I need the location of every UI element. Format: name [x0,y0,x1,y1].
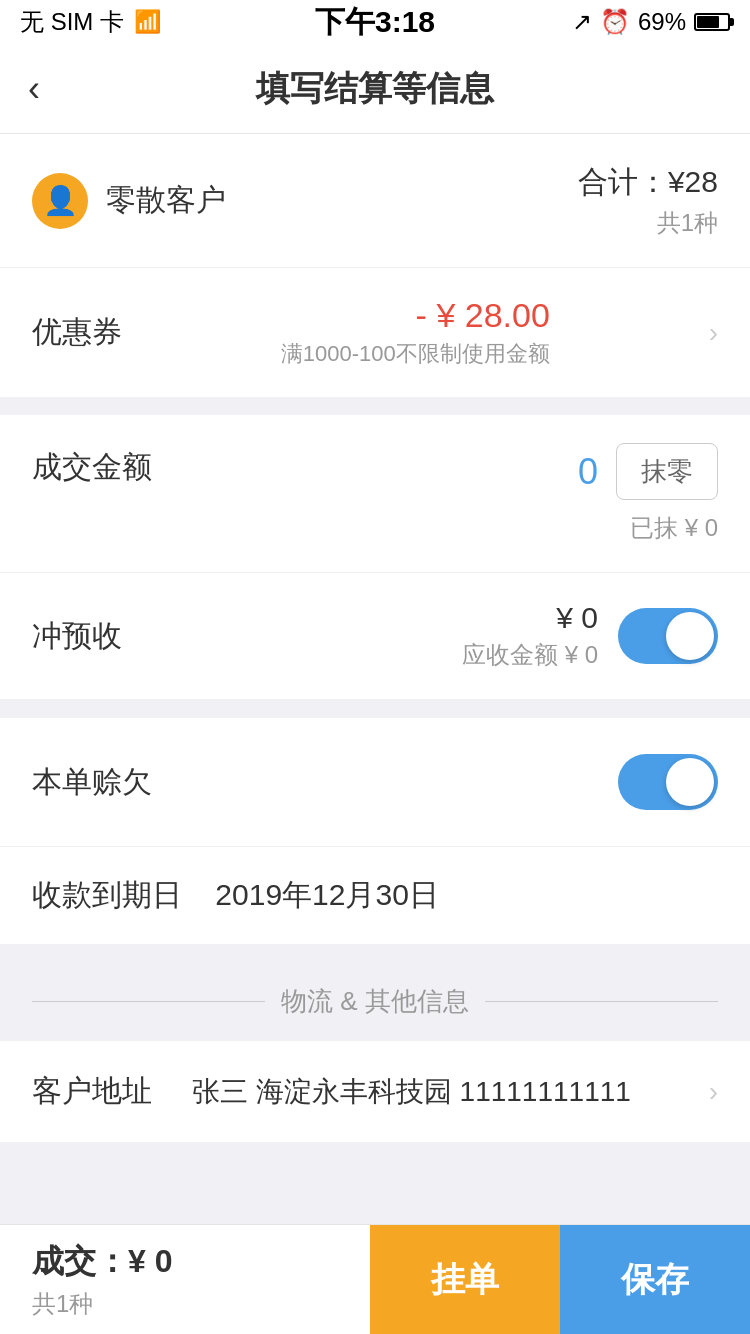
customer-row: 👤 零散客户 合计：¥28 共1种 [0,134,750,267]
flush-advance-label: 冲预收 [32,616,192,657]
deal-amount-label: 成交金额 [32,443,192,488]
debt-section: 本单赊欠 收款到期日 2019年12月30日 [0,718,750,944]
address-label: 客户地址 [32,1071,192,1112]
debt-row: 本单赊欠 [0,718,750,846]
bottom-summary: 成交：¥ 0 共1种 [0,1240,370,1320]
address-chevron-icon: › [709,1076,718,1108]
customer-right: 合计：¥28 共1种 [578,162,718,239]
page-title: 填写结算等信息 [256,66,494,112]
status-left: 无 SIM 卡 📶 [20,6,161,38]
deal-amount-input[interactable] [498,451,598,493]
deal-amount-input-row: 抹零 [498,443,718,500]
flush-amount: ¥ 0 [462,601,598,635]
due-date-prefix: 收款到期日 [32,878,182,911]
debt-label: 本单赊欠 [32,762,152,803]
flush-advance-toggle[interactable] [618,608,718,664]
bottom-deal-label: 成交： [32,1243,128,1279]
round-off-button[interactable]: 抹零 [616,443,718,500]
coupon-row[interactable]: 优惠券 - ¥ 28.00 满1000-100不限制使用金额 › [0,267,750,397]
logistics-divider: 物流 & 其他信息 [32,984,718,1019]
coupon-right: - ¥ 28.00 满1000-100不限制使用金额 [281,296,550,369]
battery-icon [694,13,730,31]
status-time: 下午3:18 [315,2,435,43]
flush-amount-area: ¥ 0 应收金额 ¥ 0 [462,601,598,671]
form-section: 成交金额 抹零 已抹 ¥ 0 冲预收 ¥ 0 应收金额 ¥ 0 [0,415,750,700]
customer-name: 零散客户 [106,180,226,221]
avatar-icon: 👤 [43,184,78,217]
address-row[interactable]: 客户地址 张三 海淀永丰科技园 11111111111 › [0,1041,750,1142]
hold-order-button[interactable]: 挂单 [370,1225,560,1335]
customer-left: 👤 零散客户 [32,173,226,229]
customer-avatar: 👤 [32,173,88,229]
battery-label: 69% [638,8,686,36]
flush-advance-right: ¥ 0 应收金额 ¥ 0 [192,601,718,671]
status-bar: 无 SIM 卡 📶 下午3:18 ↗ ⏰ 69% [0,0,750,44]
address-section: 客户地址 张三 海淀永丰科技园 11111111111 › [0,1041,750,1142]
logistics-section: 物流 & 其他信息 [0,962,750,1041]
wifi-icon: 📶 [134,9,161,35]
flush-sub: 应收金额 ¥ 0 [462,639,598,671]
back-button[interactable]: ‹ [28,68,40,110]
due-date-label: 收款到期日 2019年12月30日 [32,878,439,911]
due-date-row: 收款到期日 2019年12月30日 [0,846,750,944]
coupon-description: 满1000-100不限制使用金额 [281,339,550,369]
location-icon: ↗ [572,8,592,36]
bottom-bar: 成交：¥ 0 共1种 挂单 保存 [0,1224,750,1334]
flush-advance-row: 冲预收 ¥ 0 应收金额 ¥ 0 [0,573,750,700]
due-date-value: 2019年12月30日 [215,878,438,911]
nav-bar: ‹ 填写结算等信息 [0,44,750,134]
bottom-deal-amount: 成交：¥ 0 [32,1240,338,1284]
debt-toggle-thumb [666,758,714,806]
debt-toggle[interactable] [618,754,718,810]
deal-amount-area: 抹零 已抹 ¥ 0 [192,443,718,544]
toggle-thumb [666,612,714,660]
coupon-discount: - ¥ 28.00 [281,296,550,335]
total-count: 共1种 [578,207,718,239]
coupon-label: 优惠券 [32,312,122,353]
logistics-label: 物流 & 其他信息 [281,984,469,1019]
alarm-icon: ⏰ [600,8,630,36]
bottom-deal-value: ¥ 0 [128,1243,172,1279]
bottom-count: 共1种 [32,1288,338,1320]
status-right: ↗ ⏰ 69% [572,8,730,36]
address-value: 张三 海淀永丰科技园 11111111111 [192,1073,709,1111]
customer-section: 👤 零散客户 合计：¥28 共1种 优惠券 - ¥ 28.00 满1000-10… [0,134,750,397]
total-amount: 合计：¥28 [578,162,718,203]
sim-label: 无 SIM 卡 [20,6,124,38]
save-button[interactable]: 保存 [560,1225,750,1335]
chevron-right-icon: › [709,317,718,349]
deal-amount-row: 成交金额 抹零 已抹 ¥ 0 [0,415,750,573]
deal-amount-sub: 已抹 ¥ 0 [630,512,718,544]
